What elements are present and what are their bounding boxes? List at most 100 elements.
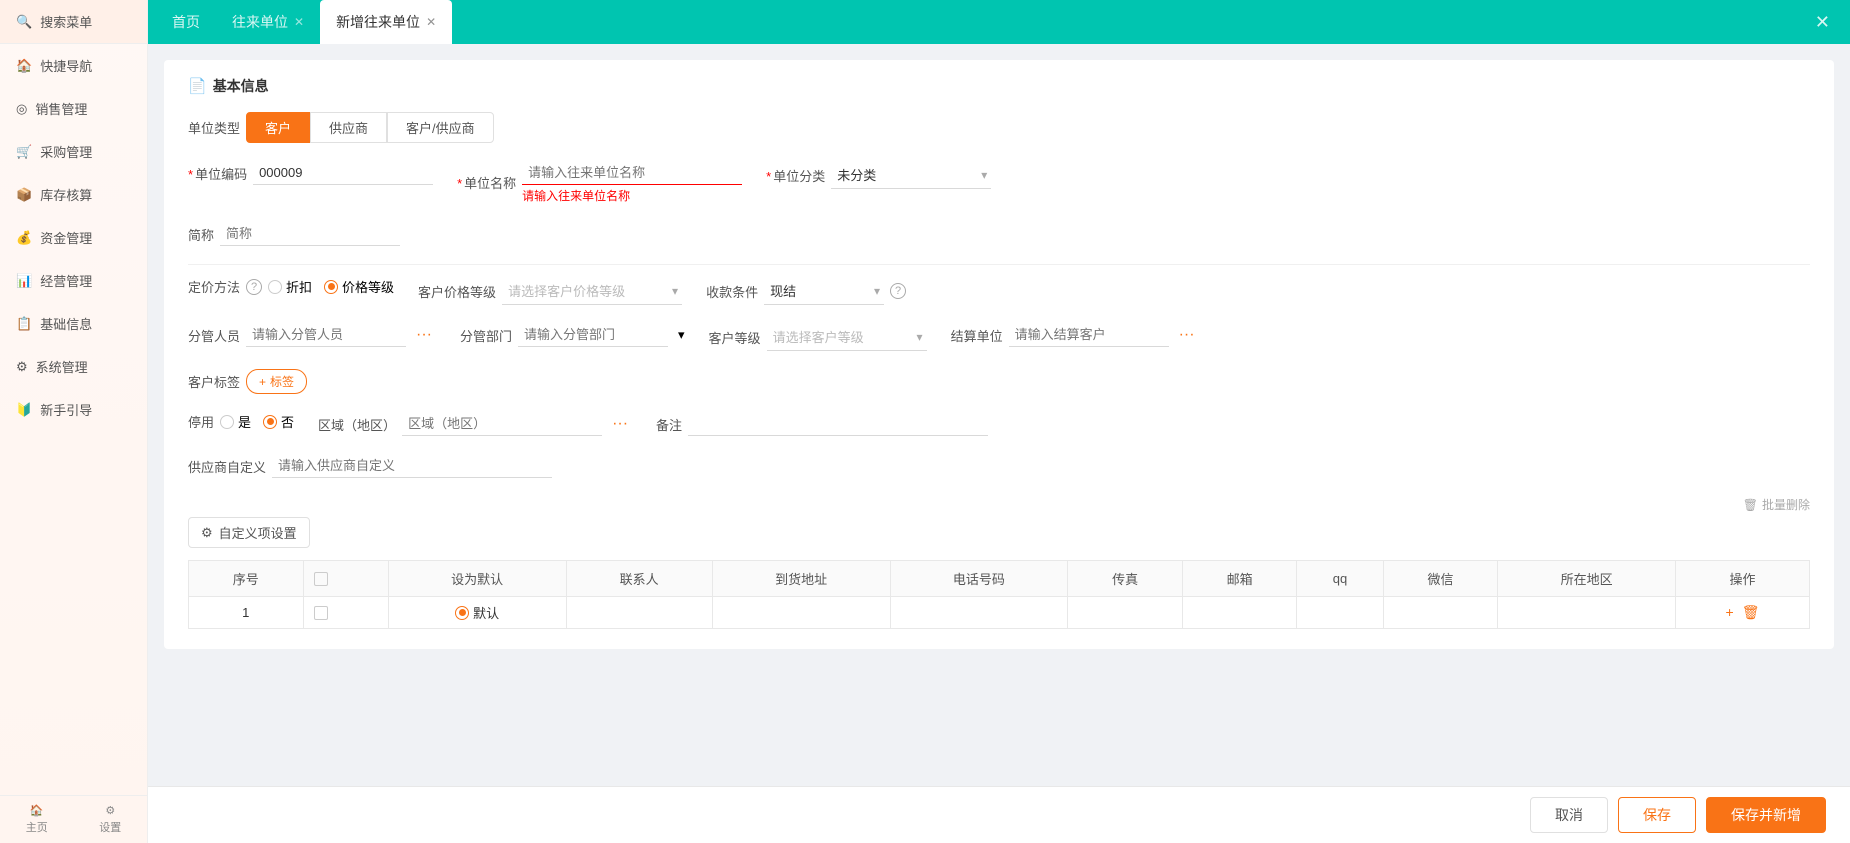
type-btn-supplier[interactable]: 供应商 <box>310 112 387 143</box>
manager-input[interactable] <box>246 323 406 347</box>
sidebar-item-quick-nav[interactable]: 🏠 快捷导航 <box>0 44 147 87</box>
payment-terms-field: 收款条件 现结 ? <box>706 277 906 305</box>
unit-name-error: 请输入往来单位名称 <box>522 187 742 204</box>
supplier-custom-input[interactable] <box>272 454 552 478</box>
sidebar: 🔍 搜索菜单 🏠 快捷导航 ◎ 销售管理 🛒 采购管理 📦 库存核算 💰 资金管… <box>0 0 148 843</box>
add-row-btn[interactable]: + <box>1726 604 1734 621</box>
save-new-button[interactable]: 保存并新增 <box>1706 797 1826 833</box>
cell-address[interactable] <box>712 597 890 629</box>
inventory-icon: 📦 <box>16 187 32 203</box>
default-radio-item[interactable]: 默认 <box>399 603 556 622</box>
main-area: 首页 往来单位 ✕ 新增往来单位 ✕ ✕ 📄 基本信息 单位类型 <box>148 0 1850 843</box>
sidebar-item-purchase[interactable]: 🛒 采购管理 <box>0 130 147 173</box>
customer-level-placeholder[interactable]: 请选择客户等级 <box>767 323 927 351</box>
sidebar-item-guide[interactable]: 🔰 新手引导 <box>0 388 147 431</box>
cell-fax[interactable] <box>1068 597 1183 629</box>
disable-yes-circle <box>220 415 234 429</box>
cell-contact[interactable] <box>566 597 712 629</box>
sidebar-item-finance[interactable]: 💰 资金管理 <box>0 216 147 259</box>
sidebar-item-inventory[interactable]: 📦 库存核算 <box>0 173 147 216</box>
tab-close-all-btn[interactable]: ✕ <box>1803 12 1842 33</box>
disable-no-label: 否 <box>281 412 294 431</box>
content-area: 📄 基本信息 单位类型 客户 供应商 客户/供应商 <box>148 44 1850 786</box>
cell-qq[interactable] <box>1297 597 1383 629</box>
table-header: 序号 设为默认 联系人 到货地址 电话号码 传真 邮箱 qq 微信 所在地区 操… <box>189 561 1810 597</box>
manager-ellipsis-btn[interactable]: ··· <box>412 326 436 344</box>
tab-partner-list[interactable]: 往来单位 ✕ <box>216 0 320 44</box>
basic-info-card: 📄 基本信息 单位类型 客户 供应商 客户/供应商 <box>164 60 1834 649</box>
delete-row-btn[interactable]: 🗑 <box>1742 604 1760 621</box>
sidebar-item-sales[interactable]: ◎ 销售管理 <box>0 87 147 130</box>
region-ellipsis-btn[interactable]: ··· <box>608 415 632 433</box>
sidebar-item-operations[interactable]: 📊 经营管理 <box>0 259 147 302</box>
header-checkbox[interactable] <box>314 572 328 586</box>
cancel-button[interactable]: 取消 <box>1530 797 1608 833</box>
unit-code-field: 单位编码 <box>188 161 433 185</box>
unit-category-value[interactable]: 未分类 <box>831 161 991 189</box>
short-name-input[interactable] <box>220 222 400 246</box>
table-row: 1 默认 <box>189 597 1810 629</box>
bottom-settings-icon: ⚙ <box>105 804 115 817</box>
dept-input[interactable] <box>518 323 668 347</box>
tab-partner-list-close[interactable]: ✕ <box>294 15 304 29</box>
unit-name-input[interactable] <box>522 161 742 185</box>
save-button[interactable]: 保存 <box>1618 797 1696 833</box>
disable-field: 停用 是 否 <box>188 412 294 431</box>
custom-settings-btn[interactable]: ⚙ 自定义项设置 <box>188 517 310 548</box>
cell-region[interactable] <box>1498 597 1676 629</box>
sidebar-settings-btn[interactable]: ⚙ 设置 <box>99 804 121 835</box>
type-btn-customer[interactable]: 客户 <box>246 112 310 143</box>
col-action: 操作 <box>1676 561 1810 597</box>
cell-wechat[interactable] <box>1383 597 1498 629</box>
pricing-radio-level[interactable]: 价格等级 <box>324 277 394 296</box>
unit-category-label: 单位分类 <box>766 166 825 185</box>
tab-home[interactable]: 首页 <box>156 0 216 44</box>
sidebar-item-basic[interactable]: 📋 基础信息 <box>0 302 147 345</box>
cell-email[interactable] <box>1182 597 1297 629</box>
type-btn-both[interactable]: 客户/供应商 <box>387 112 494 143</box>
disable-no-item[interactable]: 否 <box>263 412 294 431</box>
payment-terms-value[interactable]: 现结 <box>764 277 884 305</box>
sidebar-search[interactable]: 🔍 搜索菜单 <box>0 0 147 44</box>
system-icon: ⚙ <box>16 359 28 375</box>
tab-add-partner-label: 新增往来单位 <box>336 12 420 32</box>
settlement-input[interactable] <box>1009 323 1169 347</box>
bottom-home-icon: 🏠 <box>30 804 44 817</box>
disable-yes-item[interactable]: 是 <box>220 412 251 431</box>
manager-row: 分管人员 ··· 分管部门 ▾ 客户等级 请选择客户等级 <box>188 323 1810 351</box>
tab-add-partner[interactable]: 新增往来单位 ✕ <box>320 0 452 44</box>
payment-terms-label: 收款条件 <box>706 282 758 301</box>
col-index: 序号 <box>189 561 304 597</box>
dept-field: 分管部门 ▾ <box>460 323 685 347</box>
add-tag-btn[interactable]: + 标签 <box>246 369 307 394</box>
pricing-radio-discount-label: 折扣 <box>286 277 312 296</box>
sales-icon: ◎ <box>16 101 27 117</box>
tab-bar: 首页 往来单位 ✕ 新增往来单位 ✕ ✕ <box>148 0 1850 44</box>
col-qq: qq <box>1297 561 1383 597</box>
unit-name-label: 单位名称 <box>457 173 516 192</box>
dept-chevron: ▾ <box>678 327 685 343</box>
sidebar-item-label: 经营管理 <box>40 271 92 290</box>
batch-delete-label[interactable]: 批量删除 <box>1762 496 1810 513</box>
unit-code-input[interactable] <box>253 161 433 185</box>
cell-phone[interactable] <box>890 597 1068 629</box>
row-checkbox[interactable] <box>314 606 328 620</box>
pricing-method-help-icon[interactable]: ? <box>246 279 262 295</box>
cell-action: + 🗑 <box>1676 597 1810 629</box>
col-address: 到货地址 <box>712 561 890 597</box>
sidebar-item-system[interactable]: ⚙ 系统管理 <box>0 345 147 388</box>
footer: 取消 保存 保存并新增 <box>148 786 1850 843</box>
settlement-ellipsis-btn[interactable]: ··· <box>1175 326 1199 344</box>
finance-icon: 💰 <box>16 230 32 246</box>
code-name-category-row: 单位编码 单位名称 请输入往来单位名称 单位分类 未分类 <box>188 161 1810 204</box>
pricing-radio-discount[interactable]: 折扣 <box>268 277 312 296</box>
region-input[interactable] <box>402 412 602 436</box>
col-fax: 传真 <box>1068 561 1183 597</box>
pricing-radio-group: 折扣 价格等级 <box>268 277 394 296</box>
unit-code-label: 单位编码 <box>188 164 247 183</box>
tab-add-partner-close[interactable]: ✕ <box>426 15 436 29</box>
customer-price-level-placeholder[interactable]: 请选择客户价格等级 <box>502 277 682 305</box>
sidebar-home-btn[interactable]: 🏠 主页 <box>26 804 48 835</box>
remarks-input[interactable] <box>688 412 988 436</box>
payment-terms-help-icon[interactable]: ? <box>890 283 906 299</box>
